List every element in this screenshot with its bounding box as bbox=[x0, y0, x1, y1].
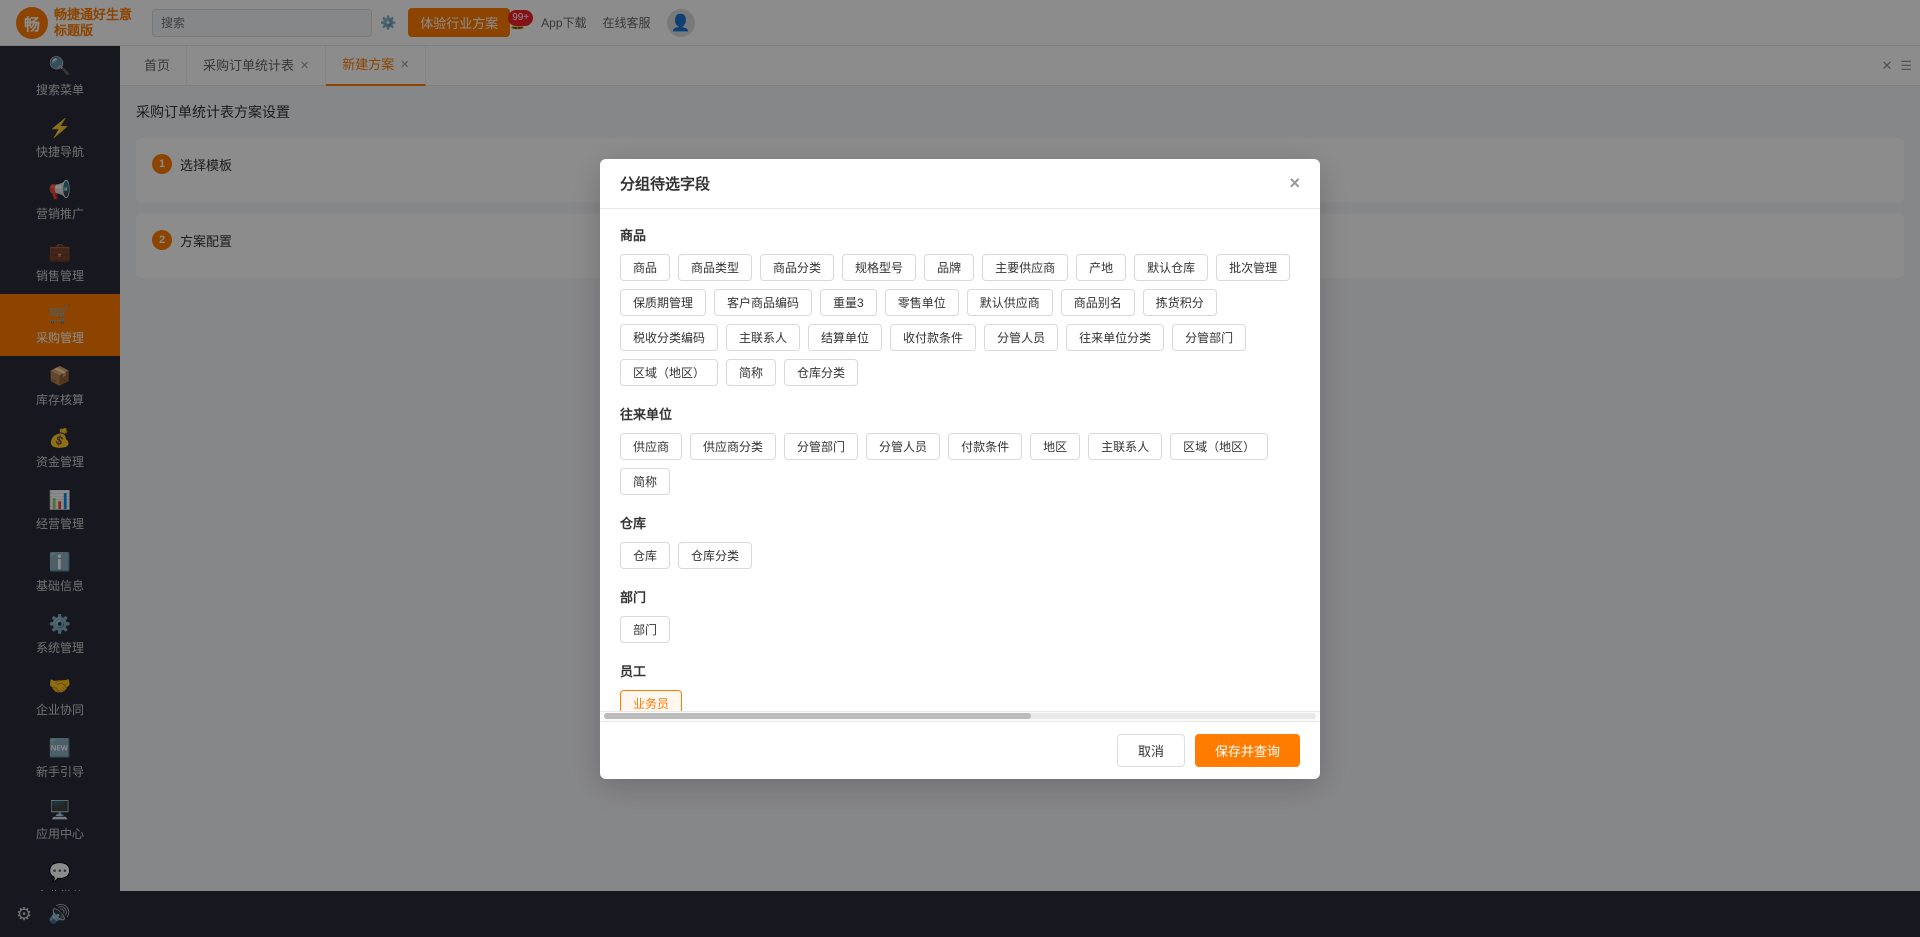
field-tag-partner-supplier[interactable]: 供应商 bbox=[620, 433, 682, 460]
section-partner: 往来单位 供应商 供应商分类 分管部门 分管人员 付款条件 地区 主联系人 区域… bbox=[620, 404, 1300, 495]
field-tag-product-dept[interactable]: 分管部门 bbox=[1172, 324, 1246, 351]
field-tag-partner-region[interactable]: 地区 bbox=[1030, 433, 1080, 460]
field-tag-product-spec[interactable]: 规格型号 bbox=[842, 254, 916, 281]
section-staff: 员工 业务员 bbox=[620, 661, 1300, 712]
section-dept: 部门 部门 bbox=[620, 587, 1300, 643]
field-tag-product-brand[interactable]: 品牌 bbox=[924, 254, 974, 281]
cancel-button[interactable]: 取消 bbox=[1117, 734, 1185, 767]
field-tag-product-taxcode[interactable]: 税收分类编码 bbox=[620, 324, 718, 351]
field-tag-partner-person[interactable]: 分管人员 bbox=[866, 433, 940, 460]
field-tag-product-warehousecat[interactable]: 仓库分类 bbox=[784, 359, 858, 386]
field-tag-product-payment[interactable]: 收付款条件 bbox=[890, 324, 976, 351]
field-tag-product-supervisor[interactable]: 分管人员 bbox=[984, 324, 1058, 351]
section-product: 商品 商品 商品类型 商品分类 规格型号 品牌 主要供应商 产地 默认仓库 批次… bbox=[620, 225, 1300, 386]
hscroll-track bbox=[604, 713, 1316, 719]
modal-title: 分组待选字段 bbox=[620, 173, 710, 194]
modal-close-button[interactable]: × bbox=[1289, 174, 1300, 192]
field-tag-product-type[interactable]: 商品类型 bbox=[678, 254, 752, 281]
field-tag-partner-payterm[interactable]: 付款条件 bbox=[948, 433, 1022, 460]
field-tag-product-shortname[interactable]: 简称 bbox=[726, 359, 776, 386]
field-tag-product-retailunit[interactable]: 零售单位 bbox=[885, 289, 959, 316]
field-tag-product-region[interactable]: 区域（地区） bbox=[620, 359, 718, 386]
field-tag-product-expiry[interactable]: 保质期管理 bbox=[620, 289, 706, 316]
section-dept-tags: 部门 bbox=[620, 616, 1300, 643]
field-tag-product-defwarehouse[interactable]: 默认仓库 bbox=[1134, 254, 1208, 281]
field-tag-product-settleunit[interactable]: 结算单位 bbox=[808, 324, 882, 351]
field-tag-product-defsupplier[interactable]: 默认供应商 bbox=[967, 289, 1053, 316]
hscroll-thumb[interactable] bbox=[604, 713, 1031, 719]
section-partner-tags: 供应商 供应商分类 分管部门 分管人员 付款条件 地区 主联系人 区域（地区） … bbox=[620, 433, 1300, 495]
confirm-button[interactable]: 保存并查询 bbox=[1195, 734, 1300, 767]
field-tag-product-alias[interactable]: 商品别名 bbox=[1061, 289, 1135, 316]
section-warehouse: 仓库 仓库 仓库分类 bbox=[620, 513, 1300, 569]
modal-hscrollbar[interactable] bbox=[600, 711, 1320, 720]
field-tag-partner-suppliercat[interactable]: 供应商分类 bbox=[690, 433, 776, 460]
modal-body: 商品 商品 商品类型 商品分类 规格型号 品牌 主要供应商 产地 默认仓库 批次… bbox=[600, 209, 1320, 712]
field-tag-partner-dept[interactable]: 分管部门 bbox=[784, 433, 858, 460]
section-staff-title: 员工 bbox=[620, 661, 1300, 680]
field-tag-partner-contact[interactable]: 主联系人 bbox=[1088, 433, 1162, 460]
field-tag-product-mainsupplier[interactable]: 主要供应商 bbox=[982, 254, 1068, 281]
section-partner-title: 往来单位 bbox=[620, 404, 1300, 423]
field-tag-product-weight[interactable]: 重量3 bbox=[820, 289, 877, 316]
section-warehouse-title: 仓库 bbox=[620, 513, 1300, 532]
field-tag-product-origin[interactable]: 产地 bbox=[1076, 254, 1126, 281]
field-tag-product-customercode[interactable]: 客户商品编码 bbox=[714, 289, 812, 316]
field-tag-staff-salesperson[interactable]: 业务员 bbox=[620, 690, 682, 712]
field-tag-product-goods[interactable]: 商品 bbox=[620, 254, 670, 281]
section-staff-tags: 业务员 bbox=[620, 690, 1300, 712]
field-tag-product-pickpoints[interactable]: 拣货积分 bbox=[1143, 289, 1217, 316]
modal-footer: 取消 保存并查询 bbox=[600, 721, 1320, 779]
modal-overlay: 分组待选字段 × 商品 商品 商品类型 商品分类 规格型号 品牌 主要供应商 产… bbox=[0, 0, 1920, 937]
field-tag-partner-area[interactable]: 区域（地区） bbox=[1170, 433, 1268, 460]
field-tag-product-batchmgmt[interactable]: 批次管理 bbox=[1216, 254, 1290, 281]
field-tag-warehouse-warehouse[interactable]: 仓库 bbox=[620, 542, 670, 569]
section-warehouse-tags: 仓库 仓库分类 bbox=[620, 542, 1300, 569]
modal-header: 分组待选字段 × bbox=[600, 159, 1320, 209]
field-tag-warehouse-cat[interactable]: 仓库分类 bbox=[678, 542, 752, 569]
field-tag-dept-dept[interactable]: 部门 bbox=[620, 616, 670, 643]
field-tag-product-maincontact[interactable]: 主联系人 bbox=[726, 324, 800, 351]
field-tag-product-category[interactable]: 商品分类 bbox=[760, 254, 834, 281]
section-product-tags: 商品 商品类型 商品分类 规格型号 品牌 主要供应商 产地 默认仓库 批次管理 … bbox=[620, 254, 1300, 386]
field-tag-product-partnercat[interactable]: 往来单位分类 bbox=[1066, 324, 1164, 351]
section-dept-title: 部门 bbox=[620, 587, 1300, 606]
field-tag-partner-shortname[interactable]: 简称 bbox=[620, 468, 670, 495]
modal-dialog: 分组待选字段 × 商品 商品 商品类型 商品分类 规格型号 品牌 主要供应商 产… bbox=[600, 159, 1320, 779]
section-product-title: 商品 bbox=[620, 225, 1300, 244]
